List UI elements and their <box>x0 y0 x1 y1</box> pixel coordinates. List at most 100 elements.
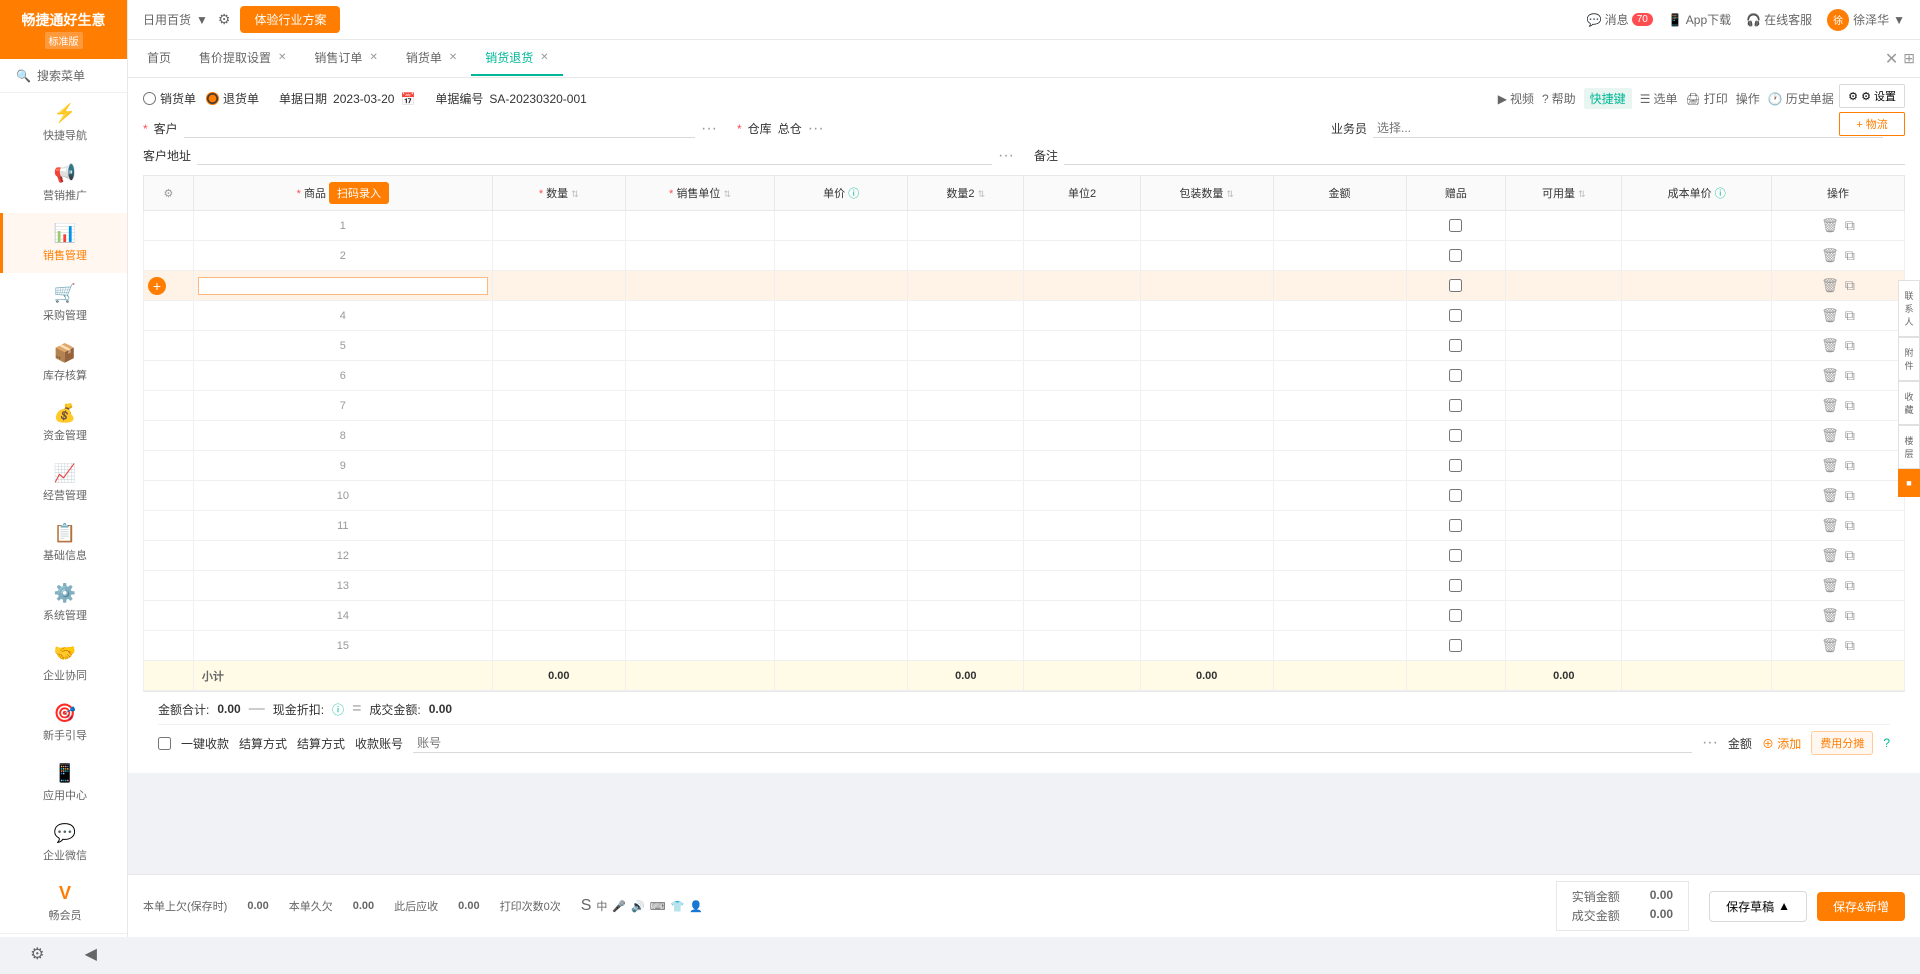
copy-row-3[interactable]: ⧉ <box>1845 277 1855 294</box>
gift-check-12[interactable] <box>1449 549 1462 562</box>
add-row-btn-3[interactable]: + <box>148 277 166 295</box>
cell-gift-3[interactable] <box>1406 271 1506 301</box>
cell-amount-12[interactable] <box>1273 541 1406 571</box>
cell-gift-11[interactable] <box>1406 511 1506 541</box>
tab-home[interactable]: 首页 <box>133 41 185 76</box>
cell-unit-3[interactable] <box>625 271 775 301</box>
settings-btn[interactable]: ⚙ ⚙ 设置 <box>1839 84 1905 108</box>
cell-pkg_qty-3[interactable] <box>1140 271 1273 301</box>
cell-available-1[interactable] <box>1506 211 1622 241</box>
cell-price-7[interactable] <box>775 391 908 421</box>
cell-unit2-14[interactable] <box>1024 601 1140 631</box>
cell-unit2-12[interactable] <box>1024 541 1140 571</box>
add-payment-btn[interactable]: ⊕ 添加 <box>1762 735 1801 752</box>
radio-sale-bill[interactable]: 销货单 <box>143 90 196 107</box>
cell-cost_price-12[interactable] <box>1622 541 1772 571</box>
cell-pkg_qty-8[interactable] <box>1140 421 1273 451</box>
cell-cost_price-4[interactable] <box>1622 301 1772 331</box>
copy-row-8[interactable]: ⧉ <box>1845 427 1855 444</box>
cell-available-9[interactable] <box>1506 451 1622 481</box>
cell-amount-10[interactable] <box>1273 481 1406 511</box>
table-settings-icon[interactable]: ⚙ <box>163 188 173 200</box>
gift-check-11[interactable] <box>1449 519 1462 532</box>
cell-unit-8[interactable] <box>625 421 775 451</box>
cell-price-11[interactable] <box>775 511 908 541</box>
product-input-3[interactable] <box>198 277 488 295</box>
cell-qty-4[interactable] <box>492 301 625 331</box>
cell-qty-6[interactable] <box>492 361 625 391</box>
cell-qty-15[interactable] <box>492 631 625 661</box>
cell-qty-12[interactable] <box>492 541 625 571</box>
message-btn[interactable]: 💬 消息 70 <box>1587 11 1653 28</box>
cell-gift-1[interactable] <box>1406 211 1506 241</box>
cell-pkg_qty-4[interactable] <box>1140 301 1273 331</box>
cell-qty-10[interactable] <box>492 481 625 511</box>
cell-available-8[interactable] <box>1506 421 1622 451</box>
cell-unit2-10[interactable] <box>1024 481 1140 511</box>
salesperson-input[interactable] <box>1373 119 1883 138</box>
delete-row-11[interactable]: 🗑 <box>1821 517 1839 534</box>
cell-available-7[interactable] <box>1506 391 1622 421</box>
delete-row-12[interactable]: 🗑 <box>1821 547 1839 564</box>
cell-cost_price-9[interactable] <box>1622 451 1772 481</box>
gift-check-6[interactable] <box>1449 369 1462 382</box>
sidebar-item-inventory[interactable]: 📦 库存核算 <box>0 333 127 393</box>
gift-check-10[interactable] <box>1449 489 1462 502</box>
cell-available-2[interactable] <box>1506 241 1622 271</box>
gift-check-13[interactable] <box>1449 579 1462 592</box>
cell-pkg_qty-14[interactable] <box>1140 601 1273 631</box>
one-click-pay-checkbox[interactable] <box>158 737 171 750</box>
cell-qty-8[interactable] <box>492 421 625 451</box>
history-btn[interactable]: 🕐 历史单据 <box>1768 90 1834 107</box>
gift-check-5[interactable] <box>1449 339 1462 352</box>
copy-row-9[interactable]: ⧉ <box>1845 457 1855 474</box>
select-bill-btn[interactable]: ☰ 选单 <box>1640 90 1678 107</box>
tab-expand-icon[interactable]: ⊞ <box>1903 50 1915 67</box>
sidebar-item-wechat[interactable]: 💬 企业微信 <box>0 813 127 873</box>
sidebar-item-app-center[interactable]: 📱 应用中心 <box>0 753 127 813</box>
cell-cost_price-5[interactable] <box>1622 331 1772 361</box>
cell-pkg_qty-11[interactable] <box>1140 511 1273 541</box>
add-logistics-btn[interactable]: + 物流 <box>1839 112 1905 136</box>
address-input[interactable] <box>197 146 992 165</box>
cell-unit-13[interactable] <box>625 571 775 601</box>
cell-pkg_qty-5[interactable] <box>1140 331 1273 361</box>
cell-unit2-2[interactable] <box>1024 241 1140 271</box>
cell-unit-12[interactable] <box>625 541 775 571</box>
video-btn[interactable]: ▶ 视频 <box>1498 90 1534 107</box>
cell-price-2[interactable] <box>775 241 908 271</box>
delete-row-14[interactable]: 🗑 <box>1821 607 1839 624</box>
cell-qty-5[interactable] <box>492 331 625 361</box>
cell-unit2-8[interactable] <box>1024 421 1140 451</box>
rfb-favorite[interactable]: 收藏 <box>1898 381 1920 425</box>
rfb-contact[interactable]: 联系人 <box>1898 280 1920 337</box>
cell-unit-1[interactable] <box>625 211 775 241</box>
rfb-active[interactable]: ■ <box>1898 469 1920 497</box>
cell-unit2-11[interactable] <box>1024 511 1140 541</box>
cell-amount-1[interactable] <box>1273 211 1406 241</box>
cell-amount-9[interactable] <box>1273 451 1406 481</box>
copy-row-14[interactable]: ⧉ <box>1845 607 1855 624</box>
cell-unit2-1[interactable] <box>1024 211 1140 241</box>
cell-cost_price-7[interactable] <box>1622 391 1772 421</box>
cell-cost_price-3[interactable] <box>1622 271 1772 301</box>
delete-row-3[interactable]: 🗑 <box>1821 277 1839 294</box>
cell-amount-15[interactable] <box>1273 631 1406 661</box>
cell-price-15[interactable] <box>775 631 908 661</box>
cell-price-3[interactable] <box>775 271 908 301</box>
cell-cost_price-14[interactable] <box>1622 601 1772 631</box>
gift-check-7[interactable] <box>1449 399 1462 412</box>
app-download-btn[interactable]: 📱 App下载 <box>1668 11 1731 28</box>
cell-gift-10[interactable] <box>1406 481 1506 511</box>
cell-available-4[interactable] <box>1506 301 1622 331</box>
cell-available-3[interactable] <box>1506 271 1622 301</box>
cell-qty2-1[interactable] <box>908 211 1024 241</box>
copy-row-12[interactable]: ⧉ <box>1845 547 1855 564</box>
settings-gear-icon[interactable]: ⚙ <box>30 944 44 964</box>
cell-cost_price-10[interactable] <box>1622 481 1772 511</box>
gift-check-1[interactable] <box>1449 219 1462 232</box>
delete-row-2[interactable]: 🗑 <box>1821 247 1839 264</box>
cell-unit-10[interactable] <box>625 481 775 511</box>
cell-qty2-7[interactable] <box>908 391 1024 421</box>
tab-sales-return[interactable]: 销货退货 ✕ <box>471 41 562 76</box>
